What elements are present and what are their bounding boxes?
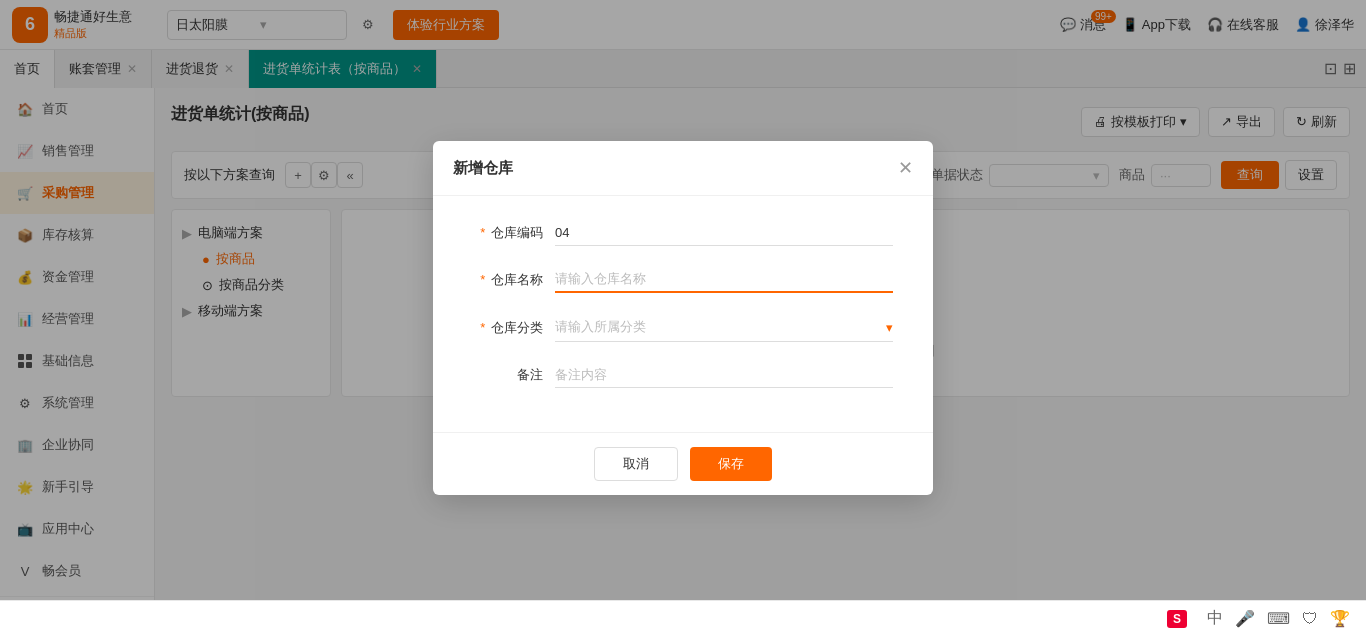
keyboard-icon[interactable]: ⌨	[1267, 609, 1290, 628]
modal-title: 新增仓库	[453, 159, 513, 178]
form-row-code: * 仓库编码	[473, 220, 893, 246]
new-warehouse-modal: 新增仓库 ✕ * 仓库编码 * 仓库名称	[433, 141, 933, 495]
modal-header: 新增仓库 ✕	[433, 141, 933, 196]
bottom-logo: S	[1167, 610, 1187, 628]
modal-overlay[interactable]: 新增仓库 ✕ * 仓库编码 * 仓库名称	[0, 0, 1366, 636]
note-field-label: 备注	[473, 366, 543, 384]
modal-body: * 仓库编码 * 仓库名称 * 仓库分类 请输入所属	[433, 196, 933, 432]
form-row-category: * 仓库分类 请输入所属分类 ▾	[473, 313, 893, 342]
name-field-input[interactable]	[555, 266, 893, 293]
mic-icon[interactable]: 🎤	[1235, 609, 1255, 628]
code-field-label: * 仓库编码	[473, 224, 543, 242]
name-field-label: * 仓库名称	[473, 271, 543, 289]
category-select-arrow: ▾	[886, 320, 893, 335]
bottom-bar: S 中 🎤 ⌨ 🛡 🏆	[0, 600, 1366, 636]
modal-close-button[interactable]: ✕	[898, 157, 913, 179]
form-row-name: * 仓库名称	[473, 266, 893, 293]
modal-footer: 取消 保存	[433, 432, 933, 495]
save-button[interactable]: 保存	[690, 447, 772, 481]
note-field-input[interactable]	[555, 362, 893, 388]
category-field-select[interactable]: 请输入所属分类 ▾	[555, 313, 893, 342]
form-row-note: 备注	[473, 362, 893, 388]
code-field-input[interactable]	[555, 220, 893, 246]
chinese-input-icon: 中	[1207, 608, 1223, 629]
category-field-label: * 仓库分类	[473, 319, 543, 337]
shield-bottom-icon[interactable]: 🛡	[1302, 610, 1318, 628]
trophy-icon[interactable]: 🏆	[1330, 609, 1350, 628]
cancel-button[interactable]: 取消	[594, 447, 678, 481]
